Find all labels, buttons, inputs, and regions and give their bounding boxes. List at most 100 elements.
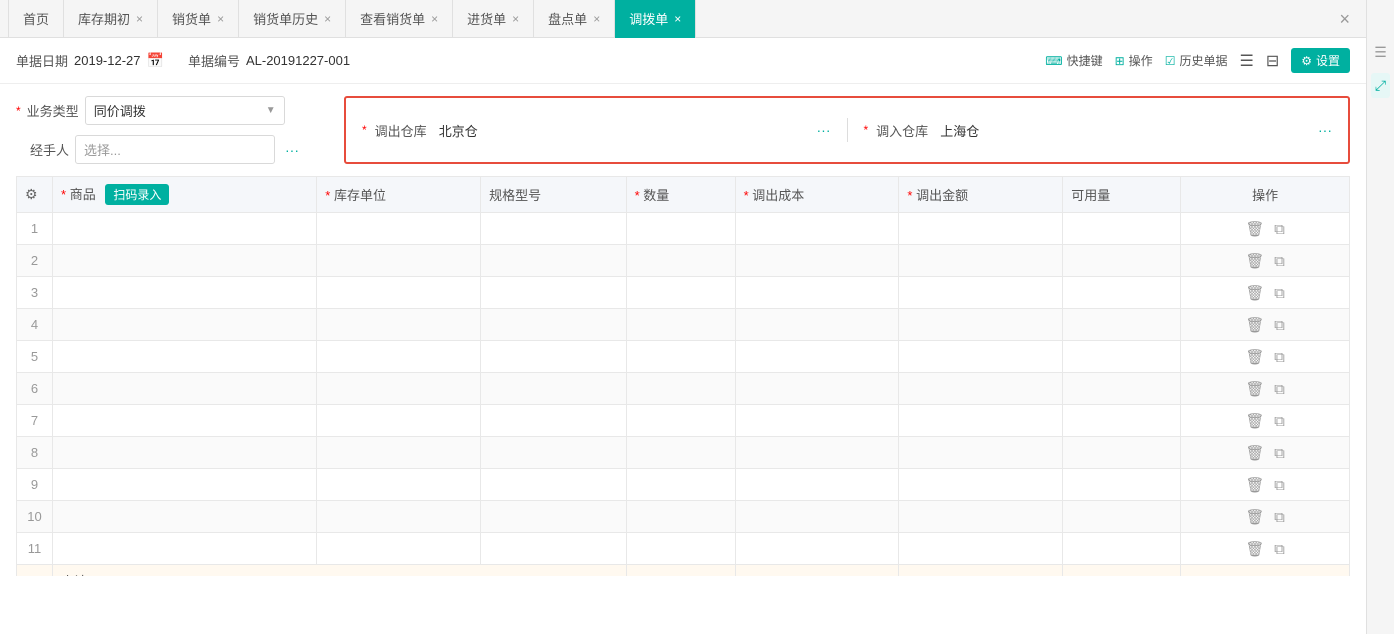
history-action[interactable]: ☑ 历史单据	[1165, 52, 1228, 69]
row-amount-2[interactable]	[899, 245, 1063, 277]
row-product-5[interactable]	[53, 341, 317, 373]
warehouse-in-more[interactable]: ···	[1318, 122, 1332, 138]
row-delete-icon-1[interactable]: 🗑	[1245, 220, 1264, 238]
row-delete-icon-3[interactable]: 🗑	[1245, 284, 1264, 302]
row-copy-icon-3[interactable]: ⧉	[1274, 285, 1285, 302]
row-product-11[interactable]	[53, 533, 317, 565]
row-product-2[interactable]	[53, 245, 317, 277]
row-copy-icon-2[interactable]: ⧉	[1274, 253, 1285, 270]
row-quantity-3[interactable]	[626, 277, 735, 309]
row-quantity-1[interactable]	[626, 213, 735, 245]
row-amount-3[interactable]	[899, 277, 1063, 309]
row-product-8[interactable]	[53, 437, 317, 469]
row-cost-11[interactable]	[735, 533, 899, 565]
row-quantity-5[interactable]	[626, 341, 735, 373]
row-product-7[interactable]	[53, 405, 317, 437]
row-delete-icon-2[interactable]: 🗑	[1245, 252, 1264, 270]
window-close-button[interactable]: ×	[1331, 9, 1358, 30]
calendar-icon[interactable]: 📅	[147, 52, 164, 69]
row-cost-2[interactable]	[735, 245, 899, 277]
row-amount-7[interactable]	[899, 405, 1063, 437]
row-copy-icon-5[interactable]: ⧉	[1274, 349, 1285, 366]
row-cost-9[interactable]	[735, 469, 899, 501]
row-copy-icon-7[interactable]: ⧉	[1274, 413, 1285, 430]
row-quantity-10[interactable]	[626, 501, 735, 533]
row-cost-6[interactable]	[735, 373, 899, 405]
tab-inventory-init[interactable]: 库存期初 ×	[64, 0, 158, 38]
row-amount-4[interactable]	[899, 309, 1063, 341]
row-amount-6[interactable]	[899, 373, 1063, 405]
row-cost-10[interactable]	[735, 501, 899, 533]
row-cost-5[interactable]	[735, 341, 899, 373]
row-quantity-7[interactable]	[626, 405, 735, 437]
tab-sales-history-close[interactable]: ×	[324, 12, 331, 26]
tab-purchase-order-close[interactable]: ×	[512, 12, 519, 26]
row-delete-icon-5[interactable]: 🗑	[1245, 348, 1264, 366]
table-gear-icon[interactable]: ⚙	[25, 186, 38, 202]
handler-more-button[interactable]: ···	[285, 142, 299, 158]
tab-home[interactable]: 首页	[8, 0, 64, 38]
row-cost-7[interactable]	[735, 405, 899, 437]
tab-transfer-close[interactable]: ×	[674, 12, 681, 26]
row-amount-10[interactable]	[899, 501, 1063, 533]
warehouse-out-more[interactable]: ···	[817, 122, 831, 138]
row-amount-9[interactable]	[899, 469, 1063, 501]
row-quantity-8[interactable]	[626, 437, 735, 469]
row-quantity-4[interactable]	[626, 309, 735, 341]
row-product-4[interactable]	[53, 309, 317, 341]
layout2-action[interactable]: ⊟	[1266, 51, 1279, 71]
sidebar-expand-icon[interactable]: ⤢	[1371, 73, 1390, 98]
row-cost-4[interactable]	[735, 309, 899, 341]
th-settings[interactable]: ⚙	[17, 177, 53, 213]
row-quantity-9[interactable]	[626, 469, 735, 501]
row-delete-icon-8[interactable]: 🗑	[1245, 444, 1264, 462]
row-delete-icon-4[interactable]: 🗑	[1245, 316, 1264, 334]
scan-button[interactable]: 扫码录入	[105, 184, 169, 205]
row-copy-icon-11[interactable]: ⧉	[1274, 541, 1285, 558]
row-product-10[interactable]	[53, 501, 317, 533]
business-type-select[interactable]: 同价调拨 ▼	[85, 96, 285, 125]
row-product-6[interactable]	[53, 373, 317, 405]
row-product-3[interactable]	[53, 277, 317, 309]
row-delete-icon-7[interactable]: 🗑	[1245, 412, 1264, 430]
tab-transfer[interactable]: 调拨单 ×	[615, 0, 696, 38]
row-amount-11[interactable]	[899, 533, 1063, 565]
row-delete-icon-10[interactable]: 🗑	[1245, 508, 1264, 526]
layout1-action[interactable]: ☰	[1239, 51, 1253, 71]
row-amount-5[interactable]	[899, 341, 1063, 373]
handler-select[interactable]: 选择...	[75, 135, 275, 164]
tab-stocktake-close[interactable]: ×	[593, 12, 600, 26]
tab-stocktake[interactable]: 盘点单 ×	[534, 0, 615, 38]
tab-inventory-init-close[interactable]: ×	[136, 12, 143, 26]
tab-view-sales[interactable]: 查看销货单 ×	[346, 0, 453, 38]
row-cost-1[interactable]	[735, 213, 899, 245]
row-copy-icon-4[interactable]: ⧉	[1274, 317, 1285, 334]
row-amount-8[interactable]	[899, 437, 1063, 469]
row-amount-1[interactable]	[899, 213, 1063, 245]
row-copy-icon-6[interactable]: ⧉	[1274, 381, 1285, 398]
row-cost-3[interactable]	[735, 277, 899, 309]
row-delete-icon-11[interactable]: 🗑	[1245, 540, 1264, 558]
row-quantity-11[interactable]	[626, 533, 735, 565]
table-container[interactable]: ⚙ * 商品 扫码录入 * 库存单位 规格型号	[16, 176, 1350, 576]
tab-sales-history[interactable]: 销货单历史 ×	[239, 0, 346, 38]
tab-sales-order-close[interactable]: ×	[217, 12, 224, 26]
row-quantity-2[interactable]	[626, 245, 735, 277]
row-product-1[interactable]	[53, 213, 317, 245]
settings-button[interactable]: ⚙ 设置	[1291, 48, 1350, 73]
tab-sales-order[interactable]: 销货单 ×	[158, 0, 239, 38]
shortcut-action[interactable]: ⌨ 快捷键	[1045, 52, 1102, 69]
operation-action[interactable]: ⊞ 操作	[1115, 52, 1153, 69]
row-copy-icon-1[interactable]: ⧉	[1274, 221, 1285, 238]
sidebar-list-icon[interactable]: ☰	[1370, 40, 1391, 65]
row-delete-icon-9[interactable]: 🗑	[1245, 476, 1264, 494]
tab-view-sales-close[interactable]: ×	[431, 12, 438, 26]
row-copy-icon-10[interactable]: ⧉	[1274, 509, 1285, 526]
row-cost-8[interactable]	[735, 437, 899, 469]
row-quantity-6[interactable]	[626, 373, 735, 405]
row-product-9[interactable]	[53, 469, 317, 501]
row-delete-icon-6[interactable]: 🗑	[1245, 380, 1264, 398]
row-copy-icon-9[interactable]: ⧉	[1274, 477, 1285, 494]
row-copy-icon-8[interactable]: ⧉	[1274, 445, 1285, 462]
tab-purchase-order[interactable]: 进货单 ×	[453, 0, 534, 38]
